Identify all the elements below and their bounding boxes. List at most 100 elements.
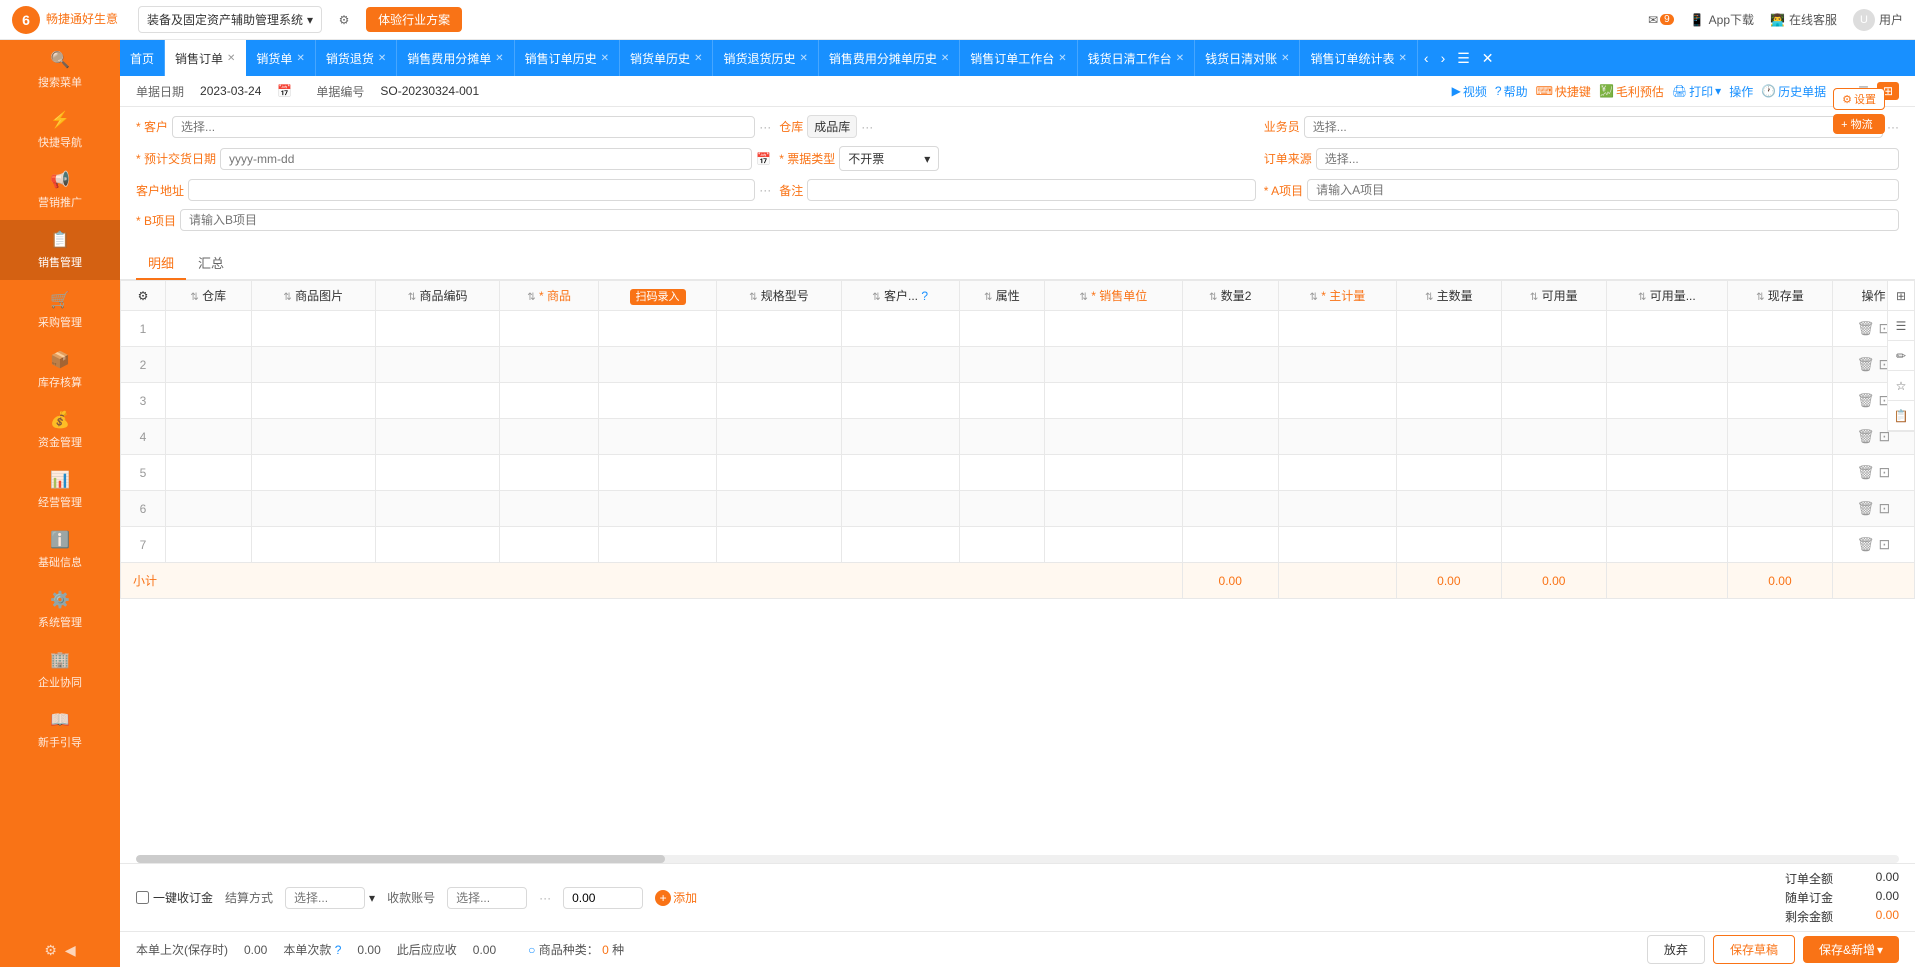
amount-input[interactable] <box>563 887 643 909</box>
th-main-qty[interactable]: ⇅ 主数量 <box>1396 281 1501 311</box>
tab-goods-history[interactable]: 销货单历史 ✕ <box>620 40 713 76</box>
sidebar-item-sales[interactable]: 📋 销售管理 <box>0 220 120 280</box>
app-selector[interactable]: 装备及固定资产辅助管理系统 ▾ <box>138 6 322 33</box>
warehouse-more-icon[interactable]: ··· <box>861 120 873 134</box>
right-tool-3[interactable]: ✏ <box>1888 341 1914 371</box>
tab-home[interactable]: 首页 <box>120 40 165 76</box>
staff-input[interactable] <box>1304 116 1883 138</box>
message-btn[interactable]: ✉ 9 9 <box>1648 13 1674 27</box>
address-more-icon[interactable]: ··· <box>759 183 771 197</box>
tab-menu-btn[interactable]: ☰ <box>1451 50 1476 67</box>
settle-method-input[interactable] <box>285 887 365 909</box>
profit-btn[interactable]: 💹 毛利预估 <box>1599 83 1664 100</box>
quick-settle-checkbox[interactable]: 一键收订金 <box>136 889 213 906</box>
shortcut-btn[interactable]: ⌨ 快捷键 <box>1536 83 1591 100</box>
tab-next-btn[interactable]: › <box>1435 50 1452 66</box>
th-customer[interactable]: ⇅ 客户... ? <box>841 281 959 311</box>
close-icon[interactable]: ✕ <box>378 53 386 64</box>
delete-icon[interactable]: 🗑 <box>1857 536 1875 553</box>
right-tool-5[interactable]: 📋 <box>1888 401 1914 431</box>
print-btn[interactable]: 🖨 打印 ▾ <box>1672 83 1721 100</box>
th-main-unit[interactable]: ⇅ * 主计量 <box>1278 281 1396 311</box>
tab-expense-split[interactable]: 销售费用分摊单 ✕ <box>397 40 514 76</box>
delete-icon[interactable]: 🗑 <box>1857 500 1875 517</box>
tab-expense-history[interactable]: 销售费用分摊单历史 ✕ <box>819 40 960 76</box>
sidebar-collapse-icon[interactable]: ◀ <box>65 942 76 959</box>
a-project-input[interactable] <box>1307 179 1899 201</box>
tab-return-history[interactable]: 销货退货历史 ✕ <box>713 40 818 76</box>
help-btn[interactable]: ? 帮助 <box>1495 83 1528 100</box>
close-icon[interactable]: ✕ <box>941 53 949 64</box>
th-spec[interactable]: ⇅ 规格型号 <box>717 281 841 311</box>
close-icon[interactable]: ✕ <box>495 53 503 64</box>
delivery-calendar-icon[interactable]: 📅 <box>756 152 771 166</box>
calendar-icon[interactable]: 📅 <box>277 84 292 98</box>
tab-daily-account[interactable]: 钱货日清对账 ✕ <box>1195 40 1300 76</box>
sidebar-item-guide[interactable]: 📖 新手引导 <box>0 700 120 760</box>
copy-icon[interactable]: ⊡ <box>1878 464 1890 481</box>
remark-input[interactable] <box>807 179 1255 201</box>
delete-icon[interactable]: 🗑 <box>1857 392 1875 409</box>
th-scan[interactable]: 扫码录入 <box>598 281 716 311</box>
sidebar-item-marketing[interactable]: 📢 营销推广 <box>0 160 120 220</box>
tab-summary[interactable]: 汇总 <box>186 247 236 280</box>
th-goods-code[interactable]: ⇅ 商品编码 <box>375 281 499 311</box>
close-icon[interactable]: ✕ <box>1281 53 1289 64</box>
close-icon[interactable]: ✕ <box>1399 53 1407 64</box>
horizontal-scrollbar[interactable] <box>136 855 1899 863</box>
delete-icon[interactable]: 🗑 <box>1857 356 1875 373</box>
sidebar-item-quicknav[interactable]: ⚡ 快捷导航 <box>0 100 120 160</box>
tab-detail[interactable]: 明细 <box>136 247 186 280</box>
address-input[interactable] <box>188 179 755 201</box>
delete-icon[interactable]: 🗑 <box>1857 464 1875 481</box>
operate-btn[interactable]: 操作 <box>1729 83 1753 100</box>
staff-more-icon[interactable]: ··· <box>1887 120 1899 134</box>
tab-stats[interactable]: 销售订单统计表 ✕ <box>1300 40 1417 76</box>
delivery-input[interactable] <box>220 148 752 170</box>
tab-order-history[interactable]: 销售订单历史 ✕ <box>515 40 620 76</box>
discard-btn[interactable]: 放弃 <box>1647 935 1705 964</box>
sidebar-item-inventory[interactable]: 📦 库存核算 <box>0 340 120 400</box>
sidebar-item-basic[interactable]: ℹ️ 基础信息 <box>0 520 120 580</box>
scan-btn[interactable]: 扫码录入 <box>630 289 686 305</box>
th-available[interactable]: ⇅ 可用量 <box>1501 281 1606 311</box>
view-btn[interactable]: ▶ 视频 <box>1452 83 1487 100</box>
th-goods[interactable]: ⇅ * 商品 <box>500 281 599 311</box>
add-payment-btn[interactable]: + 添加 <box>655 889 697 906</box>
customer-input[interactable] <box>172 116 755 138</box>
delete-icon[interactable]: 🗑 <box>1857 428 1875 445</box>
close-icon[interactable]: ✕ <box>296 53 304 64</box>
quick-settle-input[interactable] <box>136 891 149 904</box>
sidebar-item-system[interactable]: ⚙️ 系统管理 <box>0 580 120 640</box>
sidebar-item-search[interactable]: 🔍 搜索菜单 <box>0 40 120 100</box>
save-draft-btn[interactable]: 保存草稿 <box>1713 935 1795 964</box>
copy-icon[interactable]: ⊡ <box>1878 536 1890 553</box>
b-project-input[interactable] <box>180 209 1899 231</box>
add-field-btn[interactable]: + 物流 <box>1833 114 1885 134</box>
th-warehouse[interactable]: ⇅ 仓库 <box>166 281 252 311</box>
th-settings[interactable]: ⚙ <box>121 281 166 311</box>
tab-sales-order[interactable]: 销售订单 ✕ <box>165 40 246 76</box>
close-icon[interactable]: ✕ <box>694 53 702 64</box>
close-icon[interactable]: ✕ <box>799 53 807 64</box>
tab-prev-btn[interactable]: ‹ <box>1418 50 1435 66</box>
th-goods-img[interactable]: ⇅ 商品图片 <box>251 281 375 311</box>
settings-icon[interactable]: ⚙ <box>330 6 358 34</box>
copy-icon[interactable]: ⊡ <box>1878 500 1890 517</box>
user-menu[interactable]: U 用户 <box>1853 9 1903 31</box>
delete-icon[interactable]: 🗑 <box>1857 320 1875 337</box>
tab-return[interactable]: 销货退货 ✕ <box>316 40 397 76</box>
th-available2[interactable]: ⇅ 可用量... <box>1606 281 1727 311</box>
trial-btn[interactable]: 体验行业方案 <box>366 7 462 32</box>
tab-sales-goods[interactable]: 销货单 ✕ <box>246 40 315 76</box>
close-icon[interactable]: ✕ <box>1058 53 1066 64</box>
th-current[interactable]: ⇅ 现存量 <box>1727 281 1832 311</box>
customer-more-icon[interactable]: ··· <box>759 120 771 134</box>
right-tool-1[interactable]: ⊞ <box>1888 281 1914 311</box>
tab-close-all-btn[interactable]: ✕ <box>1476 50 1500 67</box>
right-tool-4[interactable]: ☆ <box>1888 371 1914 401</box>
account-input[interactable] <box>447 887 527 909</box>
tab-daily-work[interactable]: 钱货日清工作台 ✕ <box>1078 40 1195 76</box>
app-download-btn[interactable]: 📱 App下载 <box>1690 11 1754 28</box>
save-new-btn[interactable]: 保存&新增 ▾ <box>1803 936 1899 963</box>
